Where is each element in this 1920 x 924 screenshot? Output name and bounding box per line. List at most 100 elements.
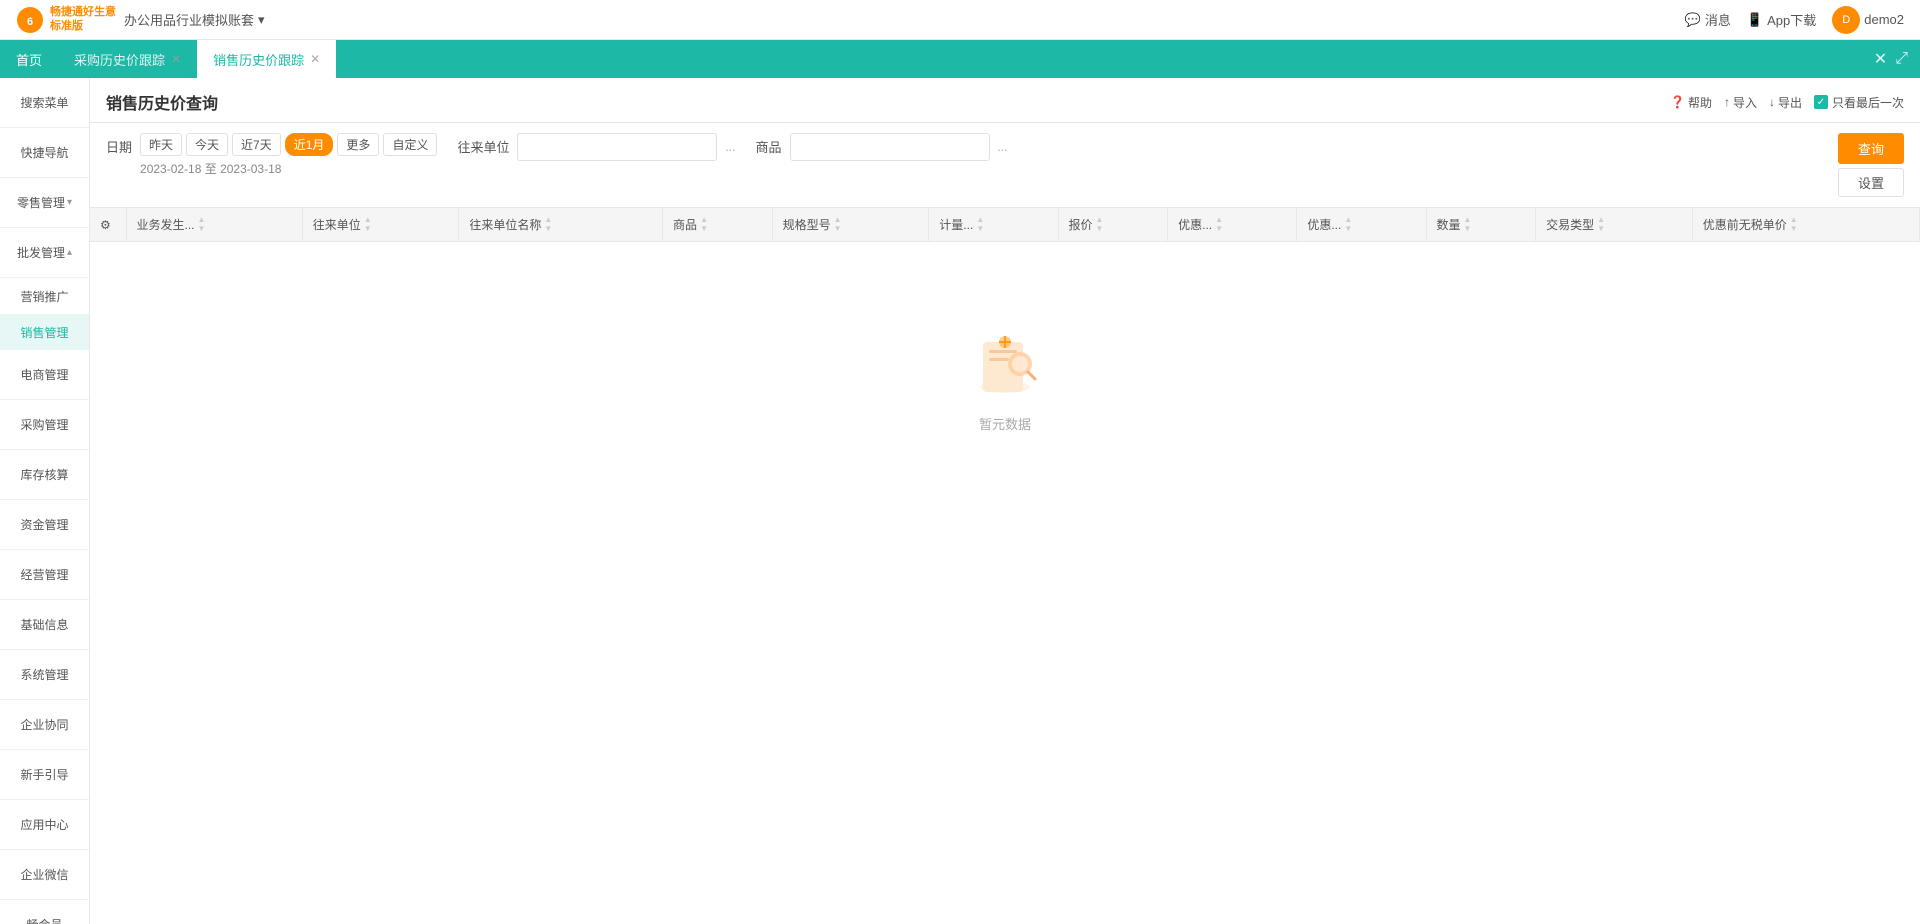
sidebar-item-inventory[interactable]: 库存核算 [0, 450, 89, 500]
sort-arrows-discount2: ▲ ▼ [1344, 216, 1352, 233]
sort-arrows-discount1: ▲ ▼ [1215, 216, 1223, 233]
table-settings-icon[interactable]: ⚙ [100, 218, 111, 232]
col-discount2[interactable]: 优惠... ▲ ▼ [1297, 208, 1426, 242]
date-btn-today[interactable]: 今天 [186, 133, 228, 156]
sidebar-item-quick-nav[interactable]: 快捷导航 [0, 128, 89, 178]
tab-close-purchase[interactable]: ✕ [171, 52, 181, 66]
partner-input[interactable] [517, 133, 717, 161]
col-partner-name[interactable]: 往来单位名称 ▲ ▼ [459, 208, 663, 242]
header-right: 💬 消息 📱 App下载 D demo2 [1685, 6, 1904, 34]
inventory-label: 库存核算 [20, 466, 68, 483]
col-business-date[interactable]: 业务发生... ▲ ▼ [126, 208, 302, 242]
table-header-row: ⚙ 业务发生... ▲ ▼ [90, 208, 1920, 242]
date-btn-1month[interactable]: 近1月 [285, 133, 334, 156]
sidebar-item-enterprise[interactable]: 企业协同 [0, 700, 89, 750]
app-selector[interactable]: 办公用品行业模拟账套 ▾ [124, 10, 265, 29]
wholesale-arrow-icon: ▴ [67, 247, 72, 258]
sort-arrows-partner-code: ▲ ▼ [364, 216, 372, 233]
message-btn[interactable]: 💬 消息 [1685, 10, 1731, 29]
partner-filter-group: 往来单位 ... [457, 133, 735, 161]
col-trade-type[interactable]: 交易类型 ▲ ▼ [1536, 208, 1693, 242]
app-center-label: 应用中心 [20, 816, 68, 833]
page-header: 销售历史价查询 ❓ 帮助 ↑ 导入 ↓ 导出 ✓ 只看最后一次 [90, 78, 1920, 123]
empty-state: 暂元数据 [90, 242, 1920, 513]
logo-icon: 6 [16, 6, 44, 34]
operations-label: 经营管理 [20, 566, 68, 583]
product-input[interactable] [790, 133, 990, 161]
date-btn-more[interactable]: 更多 [337, 133, 379, 156]
product-ellipsis[interactable]: ... [998, 140, 1008, 154]
sort-arrows-unit: ▲ ▼ [976, 216, 984, 233]
sidebar-item-search-menu[interactable]: 搜索菜单 [0, 78, 89, 128]
col-product[interactable]: 商品 ▲ ▼ [663, 208, 773, 242]
col-quantity[interactable]: 数量 ▲ ▼ [1426, 208, 1536, 242]
col-pretax-price[interactable]: 优惠前无税单价 ▲ ▼ [1692, 208, 1919, 242]
retail-mgmt-label: 零售管理 [17, 194, 65, 211]
sidebar-item-wholesale-mgmt[interactable]: 批发管理 ▴ [0, 228, 89, 278]
partner-input-group: ... [517, 133, 735, 161]
sidebar-item-operations[interactable]: 经营管理 [0, 550, 89, 600]
export-icon: ↓ [1769, 95, 1775, 109]
tab-bar-controls: ✕ ⤢ [1874, 49, 1920, 69]
maximize-window-icon[interactable]: ⤢ [1895, 50, 1908, 68]
sidebar-item-finance[interactable]: 资金管理 [0, 500, 89, 550]
search-menu-label: 搜索菜单 [20, 94, 68, 111]
col-quote[interactable]: 报价 ▲ ▼ [1058, 208, 1168, 242]
sort-arrows-quantity: ▲ ▼ [1464, 216, 1472, 233]
sidebar-item-wechat[interactable]: 企业微信 [0, 850, 89, 900]
tab-purchase-history[interactable]: 采购历史价跟踪 ✕ [58, 40, 197, 78]
date-filter-label: 日期 [106, 133, 132, 156]
tab-sales-history[interactable]: 销售历史价跟踪 ✕ [197, 40, 336, 78]
partner-ellipsis[interactable]: ... [725, 140, 735, 154]
col-spec[interactable]: 规格型号 ▲ ▼ [772, 208, 929, 242]
help-link[interactable]: ❓ 帮助 [1670, 94, 1712, 111]
basics-label: 基础信息 [20, 616, 68, 633]
retail-arrow-icon: ▾ [67, 197, 72, 208]
page-title: 销售历史价查询 [106, 90, 218, 114]
col-unit[interactable]: 计量... ▲ ▼ [929, 208, 1058, 242]
wholesale-mgmt-label: 批发管理 [17, 244, 65, 261]
download-icon: 📱 [1747, 12, 1763, 28]
only-last-checkbox[interactable]: ✓ 只看最后一次 [1814, 94, 1904, 111]
sidebar-item-app-center[interactable]: 应用中心 [0, 800, 89, 850]
system-label: 系统管理 [20, 666, 68, 683]
date-btn-custom[interactable]: 自定义 [383, 133, 437, 156]
sidebar-item-ecommerce[interactable]: 电商管理 [0, 350, 89, 400]
col-discount1[interactable]: 优惠... ▲ ▼ [1168, 208, 1297, 242]
sidebar-item-sales-mgmt[interactable]: 销售管理 [0, 314, 89, 350]
sort-arrows-business-date: ▲ ▼ [198, 216, 206, 233]
sidebar-item-basics[interactable]: 基础信息 [0, 600, 89, 650]
svg-text:6: 6 [27, 16, 33, 28]
export-link[interactable]: ↓ 导出 [1769, 94, 1802, 111]
top-header: 6 畅捷通好生意 标准版 办公用品行业模拟账套 ▾ 💬 消息 📱 App下载 D… [0, 0, 1920, 40]
tab-bar: 首页 采购历史价跟踪 ✕ 销售历史价跟踪 ✕ ✕ ⤢ [0, 40, 1920, 78]
wechat-label: 企业微信 [20, 866, 68, 883]
sidebar-item-marketing[interactable]: 营销推广 [0, 278, 89, 314]
query-button[interactable]: 查询 [1838, 133, 1904, 164]
data-table: ⚙ 业务发生... ▲ ▼ [90, 208, 1920, 242]
close-window-icon[interactable]: ✕ [1874, 49, 1887, 69]
header-left: 6 畅捷通好生意 标准版 办公用品行业模拟账套 ▾ [16, 6, 265, 34]
checkbox-checked-icon: ✓ [1814, 95, 1828, 109]
import-link[interactable]: ↑ 导入 [1724, 94, 1757, 111]
tab-home[interactable]: 首页 [0, 40, 58, 78]
member-label: 畅会员 [26, 916, 62, 924]
sidebar-item-purchase-mgmt[interactable]: 采购管理 [0, 400, 89, 450]
col-partner-code[interactable]: 往来单位 ▲ ▼ [302, 208, 459, 242]
date-btn-yesterday[interactable]: 昨天 [140, 133, 182, 156]
setting-button[interactable]: 设置 [1838, 168, 1904, 197]
user-area[interactable]: D demo2 [1832, 6, 1904, 34]
date-filter-btns: 昨天 今天 近7天 近1月 更多 自定义 [140, 133, 437, 156]
sidebar-item-member[interactable]: 畅会员 [0, 900, 89, 924]
date-btn-7days[interactable]: 近7天 [232, 133, 281, 156]
sidebar-item-system[interactable]: 系统管理 [0, 650, 89, 700]
app-download-btn[interactable]: 📱 App下载 [1747, 10, 1816, 29]
import-icon: ↑ [1724, 95, 1730, 109]
tab-close-sales[interactable]: ✕ [310, 52, 320, 66]
sort-arrows-pretax-price: ▲ ▼ [1790, 216, 1798, 233]
sort-arrows-spec: ▲ ▼ [834, 216, 842, 233]
sidebar-item-guide[interactable]: 新手引导 [0, 750, 89, 800]
empty-state-icon [965, 322, 1045, 402]
sidebar-item-retail-mgmt[interactable]: 零售管理 ▾ [0, 178, 89, 228]
sort-arrows-product: ▲ ▼ [700, 216, 708, 233]
